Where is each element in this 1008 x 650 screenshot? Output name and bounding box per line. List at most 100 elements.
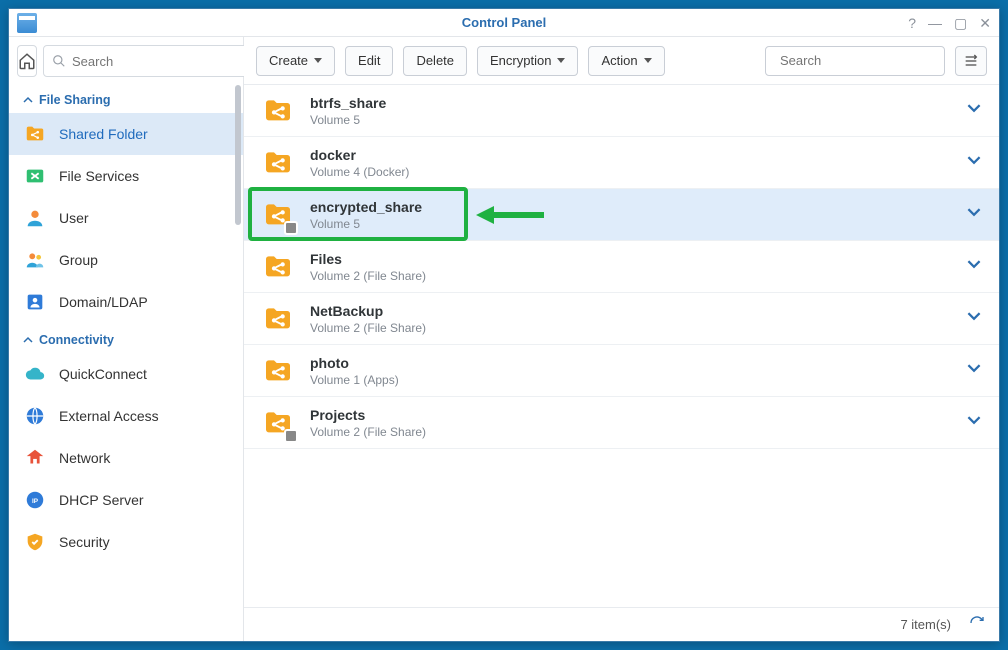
sidebar-item-label: DHCP Server [59,492,144,508]
item-count: 7 item(s) [900,617,951,632]
share-name: btrfs_share [310,95,386,111]
share-row[interactable]: btrfs_shareVolume 5 [244,85,999,137]
maximize-button[interactable]: ▢ [954,16,967,30]
sidebar-search-input[interactable] [72,54,248,69]
expand-button[interactable] [967,413,981,432]
sidebar-item-user[interactable]: User [9,197,243,239]
search-icon [52,54,66,68]
share-row[interactable]: ProjectsVolume 2 (File Share) [244,397,999,449]
toolbar-search-input[interactable] [780,53,956,68]
group-icon [23,248,47,272]
home-icon [18,52,36,70]
share-info: NetBackupVolume 2 (File Share) [310,303,426,335]
folder-share-icon [262,407,294,439]
lock-badge-icon [284,429,298,443]
expand-button[interactable] [967,153,981,172]
caret-down-icon [314,58,322,63]
sidebar-item-label: Network [59,450,110,466]
sidebar-item-network[interactable]: Network [9,437,243,479]
caret-down-icon [557,58,565,63]
share-row[interactable]: encrypted_shareVolume 5 [244,189,999,241]
sidebar-item-domain-ldap[interactable]: Domain/LDAP [9,281,243,323]
toolbar: Create Edit Delete Encryption Action [244,37,999,85]
settings-toggle-button[interactable] [955,46,987,76]
cloud-icon [23,362,47,386]
sidebar-item-shared-folder[interactable]: Shared Folder [9,113,243,155]
chevron-down-icon [967,101,981,115]
share-row[interactable]: NetBackupVolume 2 (File Share) [244,293,999,345]
share-subtitle: Volume 2 (File Share) [310,425,426,439]
folder-share-icon [262,199,294,231]
share-row[interactable]: FilesVolume 2 (File Share) [244,241,999,293]
titlebar: Control Panel ? — ▢ ✕ [9,9,999,37]
refresh-icon [969,615,985,631]
action-button[interactable]: Action [588,46,664,76]
share-info: ProjectsVolume 2 (File Share) [310,407,426,439]
share-row[interactable]: photoVolume 1 (Apps) [244,345,999,397]
encryption-label: Encryption [490,53,551,68]
sidebar-item-security[interactable]: Security [9,521,243,563]
minimize-button[interactable]: — [928,16,942,30]
help-button[interactable]: ? [908,16,916,30]
home-button[interactable] [17,45,37,77]
sliders-icon [963,53,979,69]
sidebar-item-label: Shared Folder [59,126,148,142]
section-header-connectivity[interactable]: Connectivity [9,323,243,353]
expand-button[interactable] [967,309,981,328]
expand-button[interactable] [967,205,981,224]
window-buttons: ? — ▢ ✕ [908,16,991,30]
file-services-icon [23,164,47,188]
chevron-down-icon [967,257,981,271]
scrollbar-thumb[interactable] [235,85,241,225]
caret-down-icon [644,58,652,63]
sidebar-item-group[interactable]: Group [9,239,243,281]
delete-button[interactable]: Delete [403,46,467,76]
main-panel: Create Edit Delete Encryption Action btr… [244,37,999,641]
share-name: photo [310,355,399,371]
share-name: NetBackup [310,303,426,319]
sidebar: File Sharing Shared Folder File Services Us… [9,37,244,641]
share-info: photoVolume 1 (Apps) [310,355,399,387]
section-header-file-sharing[interactable]: File Sharing [9,83,243,113]
chevron-down-icon [967,153,981,167]
edit-button[interactable]: Edit [345,46,393,76]
section-label: File Sharing [39,93,111,107]
sidebar-item-label: File Services [59,168,139,184]
domain-icon [23,290,47,314]
expand-button[interactable] [967,257,981,276]
expand-button[interactable] [967,361,981,380]
share-subtitle: Volume 2 (File Share) [310,269,426,283]
share-subtitle: Volume 5 [310,217,422,231]
user-icon [23,206,47,230]
app-icon [17,13,37,33]
sidebar-item-file-services[interactable]: File Services [9,155,243,197]
folder-share-icon [262,251,294,283]
folder-share-icon [262,147,294,179]
sidebar-item-external-access[interactable]: External Access [9,395,243,437]
sidebar-item-label: User [59,210,89,226]
chevron-down-icon [967,361,981,375]
folder-share-icon [262,303,294,335]
share-row[interactable]: dockerVolume 4 (Docker) [244,137,999,189]
folder-share-icon [262,95,294,127]
sidebar-scroll[interactable]: File Sharing Shared Folder File Services Us… [9,83,243,641]
sidebar-item-dhcp-server[interactable]: IPDHCP Server [9,479,243,521]
chevron-up-icon [23,95,33,105]
sidebar-item-quickconnect[interactable]: QuickConnect [9,353,243,395]
toolbar-search[interactable] [765,46,945,76]
sidebar-item-label: External Access [59,408,159,424]
share-list[interactable]: btrfs_shareVolume 5dockerVolume 4 (Docke… [244,85,999,607]
create-button[interactable]: Create [256,46,335,76]
sidebar-search[interactable] [43,45,257,77]
close-button[interactable]: ✕ [979,16,991,30]
chevron-down-icon [967,205,981,219]
globe-icon [23,404,47,428]
share-info: btrfs_shareVolume 5 [310,95,386,127]
refresh-button[interactable] [969,615,985,634]
action-label: Action [601,53,637,68]
share-subtitle: Volume 4 (Docker) [310,165,409,179]
lock-badge-icon [284,221,298,235]
encryption-button[interactable]: Encryption [477,46,578,76]
expand-button[interactable] [967,101,981,120]
create-label: Create [269,53,308,68]
